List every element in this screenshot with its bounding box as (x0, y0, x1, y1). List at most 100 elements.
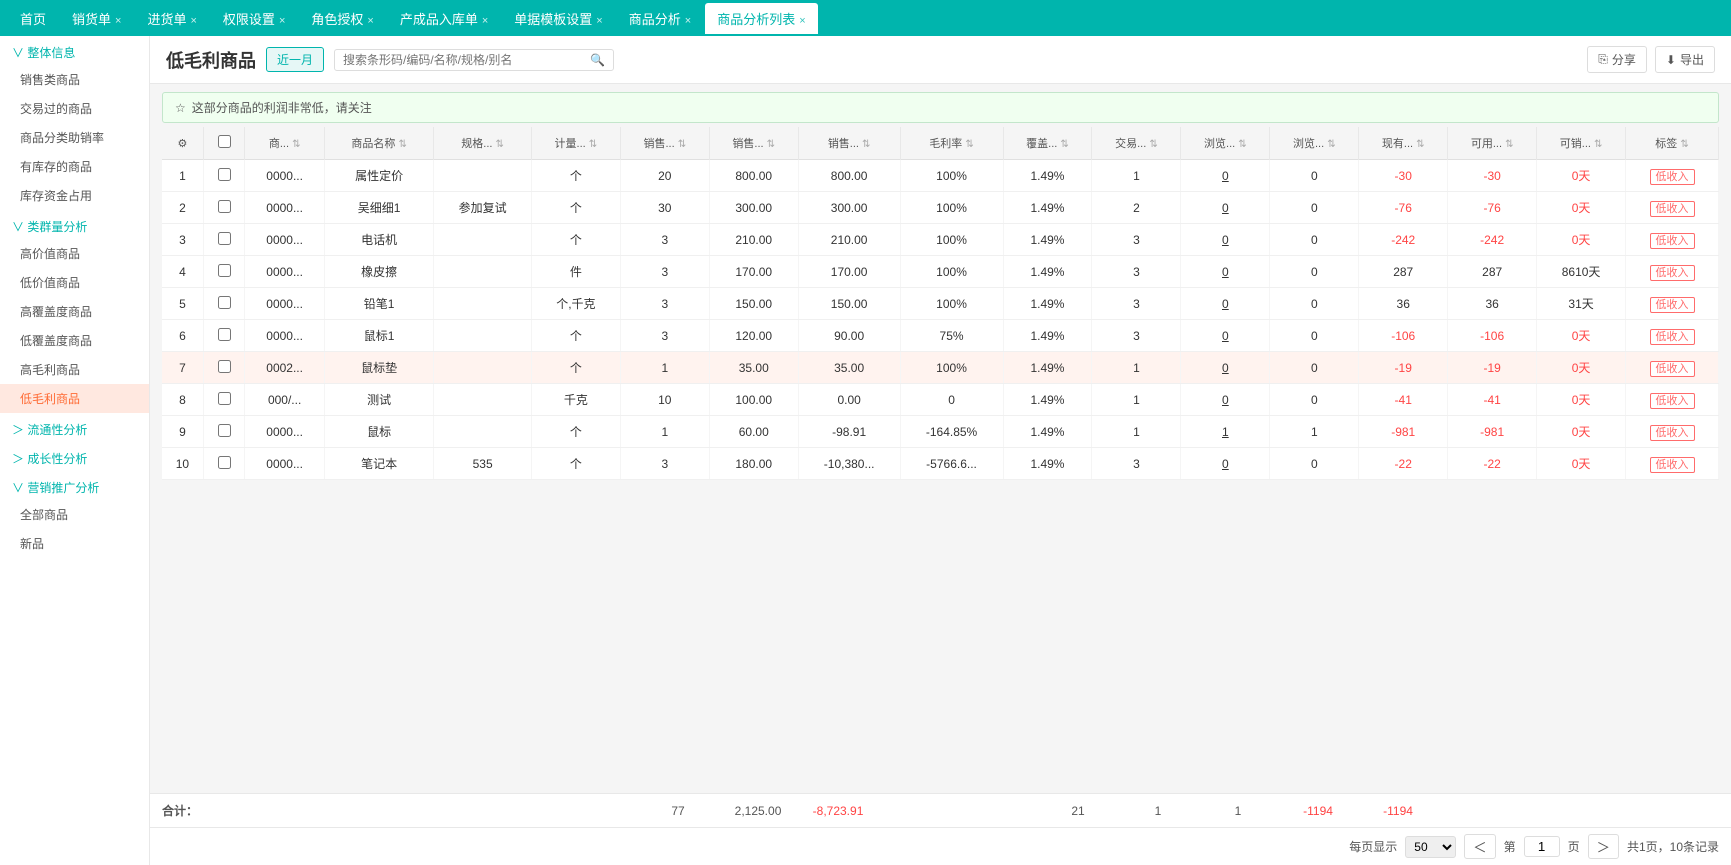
view-link[interactable]: 0 (1222, 329, 1229, 343)
nav-item-首页[interactable]: 首页 (8, 3, 58, 34)
sidebar-item-新品[interactable]: 新品 (0, 529, 149, 558)
close-tab-icon[interactable]: × (482, 15, 488, 27)
col-header-checkbox[interactable] (203, 127, 245, 160)
sort-icon[interactable]: ⇅ (398, 139, 406, 150)
export-button[interactable]: ⬇ 导出 (1655, 46, 1715, 73)
col-header-transaction[interactable]: 交易... ⇅ (1092, 127, 1181, 160)
close-tab-icon[interactable]: × (799, 15, 805, 27)
view-link[interactable]: 1 (1222, 425, 1229, 439)
sidebar-item-交易过的商品[interactable]: 交易过的商品 (0, 94, 149, 123)
col-header-name[interactable]: 商品名称 ⇅ (324, 127, 433, 160)
row-checkbox[interactable] (218, 264, 231, 277)
sidebar-group-3[interactable]: ＞ 成长性分析 (0, 442, 149, 471)
view-link[interactable]: 0 (1222, 457, 1229, 471)
close-tab-icon[interactable]: × (115, 15, 121, 27)
nav-item-商品分析[interactable]: 商品分析× (617, 3, 703, 34)
col-header-unit[interactable]: 计量... ⇅ (531, 127, 620, 160)
col-header-current_stock[interactable]: 现有... ⇅ (1359, 127, 1448, 160)
sidebar-item-低毛利商品[interactable]: 低毛利商品 (0, 384, 149, 413)
close-tab-icon[interactable]: × (367, 15, 373, 27)
nav-item-权限设置[interactable]: 权限设置× (211, 3, 297, 34)
sidebar-item-库存资金占用[interactable]: 库存资金占用 (0, 181, 149, 210)
prev-page-btn[interactable]: ＜ (1464, 834, 1495, 859)
sort-icon[interactable]: ⇅ (1238, 139, 1246, 150)
sidebar-item-有库存的商品[interactable]: 有库存的商品 (0, 152, 149, 181)
select-all-checkbox[interactable] (218, 135, 231, 148)
sidebar-group-0[interactable]: ∨ 整体信息 (0, 36, 149, 65)
row-checkbox[interactable] (218, 168, 231, 181)
next-page-btn[interactable]: ＞ (1588, 834, 1619, 859)
cell-view1[interactable]: 0 (1181, 256, 1270, 288)
sidebar-group-4[interactable]: ∨ 营销推广分析 (0, 471, 149, 500)
col-header-coverage[interactable]: 覆盖... ⇅ (1003, 127, 1092, 160)
view-link[interactable]: 0 (1222, 265, 1229, 279)
col-header-available_stock[interactable]: 可用... ⇅ (1448, 127, 1537, 160)
cell-view1[interactable]: 0 (1181, 448, 1270, 480)
sort-icon[interactable]: ⇅ (1505, 139, 1513, 150)
col-header-sale_qty[interactable]: 销售... ⇅ (620, 127, 709, 160)
nav-item-产成品入库单[interactable]: 产成品入库单× (388, 3, 500, 34)
cell-view1[interactable]: 0 (1181, 192, 1270, 224)
sort-icon[interactable]: ⇅ (1680, 139, 1688, 150)
sidebar-item-商品分类助销率[interactable]: 商品分类助销率 (0, 123, 149, 152)
sort-icon[interactable]: ⇅ (1327, 139, 1335, 150)
nav-item-角色授权[interactable]: 角色授权× (299, 3, 385, 34)
view-link[interactable]: 0 (1222, 393, 1229, 407)
search-icon[interactable]: 🔍 (590, 53, 605, 67)
view-link[interactable]: 0 (1222, 233, 1229, 247)
view-link[interactable]: 0 (1222, 297, 1229, 311)
sidebar-item-高价值商品[interactable]: 高价值商品 (0, 239, 149, 268)
sort-icon[interactable]: ⇅ (1416, 139, 1424, 150)
sidebar-item-低价值商品[interactable]: 低价值商品 (0, 268, 149, 297)
nav-item-销货单[interactable]: 销货单× (60, 3, 133, 34)
cell-view1[interactable]: 1 (1181, 416, 1270, 448)
cell-view1[interactable]: 0 (1181, 288, 1270, 320)
cell-view1[interactable]: 0 (1181, 384, 1270, 416)
col-header-tag[interactable]: 标签 ⇅ (1626, 127, 1719, 160)
sort-icon[interactable]: ⇅ (767, 139, 775, 150)
row-checkbox[interactable] (218, 424, 231, 437)
row-checkbox[interactable] (218, 328, 231, 341)
col-header-spec[interactable]: 规格... ⇅ (434, 127, 532, 160)
col-header-sale_price[interactable]: 销售... ⇅ (709, 127, 798, 160)
sidebar-group-2[interactable]: ＞ 流通性分析 (0, 413, 149, 442)
col-header-gross_margin[interactable]: 毛利率 ⇅ (900, 127, 1003, 160)
view-link[interactable]: 0 (1222, 201, 1229, 215)
row-checkbox[interactable] (218, 296, 231, 309)
page-input[interactable] (1524, 836, 1560, 857)
row-checkbox[interactable] (218, 456, 231, 469)
sort-icon[interactable]: ⇅ (1060, 139, 1068, 150)
sort-icon[interactable]: ⇅ (965, 139, 973, 150)
col-header-sale_amount[interactable]: 销售... ⇅ (798, 127, 900, 160)
sort-icon[interactable]: ⇅ (292, 139, 300, 150)
close-tab-icon[interactable]: × (190, 15, 196, 27)
sidebar-collapse-btn[interactable]: 《 (149, 439, 150, 463)
row-checkbox[interactable] (218, 392, 231, 405)
cell-view1[interactable]: 0 (1181, 160, 1270, 192)
close-tab-icon[interactable]: × (279, 15, 285, 27)
close-tab-icon[interactable]: × (685, 15, 691, 27)
close-tab-icon[interactable]: × (596, 15, 602, 27)
share-button[interactable]: ⎘ 分享 (1587, 46, 1647, 73)
per-page-select[interactable]: 50 20 100 (1405, 836, 1456, 858)
row-checkbox[interactable] (218, 232, 231, 245)
sort-icon[interactable]: ⇅ (862, 139, 870, 150)
view-link[interactable]: 0 (1222, 169, 1229, 183)
col-header-view2[interactable]: 浏览... ⇅ (1270, 127, 1359, 160)
cell-view1[interactable]: 0 (1181, 320, 1270, 352)
sort-icon[interactable]: ⇅ (496, 139, 504, 150)
col-header-view1[interactable]: 浏览... ⇅ (1181, 127, 1270, 160)
sidebar-item-销售类商品[interactable]: 销售类商品 (0, 65, 149, 94)
col-header-sellable[interactable]: 可销... ⇅ (1537, 127, 1626, 160)
sort-icon[interactable]: ⇅ (589, 139, 597, 150)
col-header-settings[interactable]: ⚙ (162, 127, 203, 160)
sort-icon[interactable]: ⇅ (678, 139, 686, 150)
filter-recent-month[interactable]: 近一月 (266, 47, 324, 72)
nav-item-商品分析列表[interactable]: 商品分析列表× (705, 3, 817, 34)
view-link[interactable]: 0 (1222, 361, 1229, 375)
cell-view1[interactable]: 0 (1181, 352, 1270, 384)
sidebar-item-全部商品[interactable]: 全部商品 (0, 500, 149, 529)
search-input[interactable] (343, 53, 584, 67)
sidebar-item-低覆盖度商品[interactable]: 低覆盖度商品 (0, 326, 149, 355)
sort-icon[interactable]: ⇅ (1149, 139, 1157, 150)
